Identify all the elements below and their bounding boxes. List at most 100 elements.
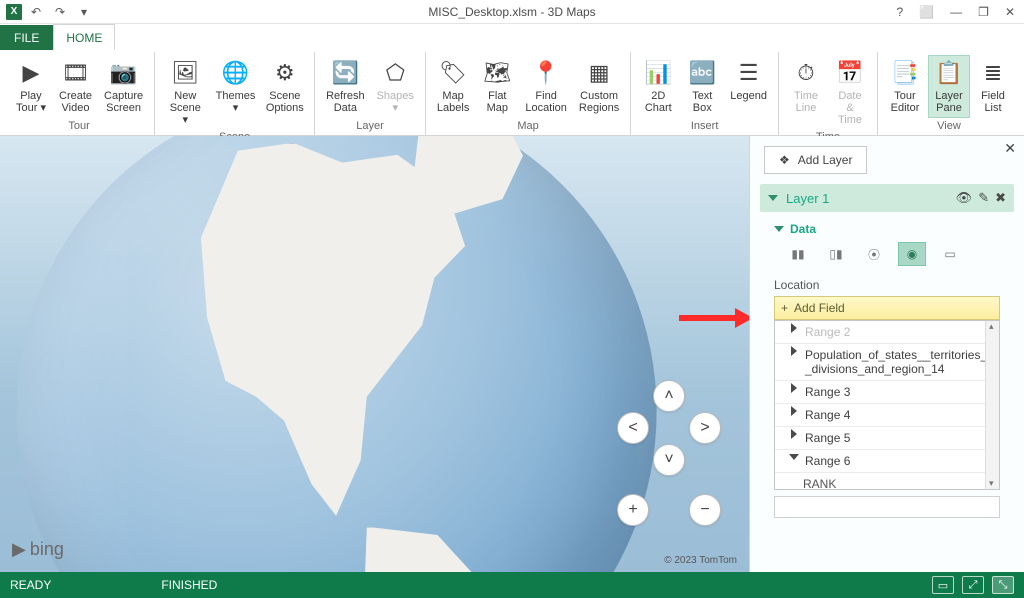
landmass-south-america xyxy=(336,527,490,572)
add-layer-icon: ❖ xyxy=(779,153,790,167)
data-section-header[interactable]: Data xyxy=(774,222,1014,236)
find-location-button[interactable]: 📍Find Location xyxy=(520,55,572,118)
nav-right-button[interactable]: ˃ xyxy=(689,412,721,444)
layer-name: Layer 1 xyxy=(786,191,948,206)
new-scene-label: New Scene ▾ xyxy=(166,90,204,126)
flat-map-button[interactable]: 🗺Flat Map xyxy=(476,55,518,118)
layer-delete-icon[interactable]: ✖ xyxy=(995,190,1006,206)
map-view[interactable]: ▶ bing © 2023 TomTom ˄ ˅ ˂ ˃ + − xyxy=(0,136,749,572)
themes-icon: 🌐 xyxy=(221,58,251,88)
zoom-in-button[interactable]: + xyxy=(617,494,649,526)
title-bar: X ↶ ↷ ▾ MISC_Desktop.xlsm - 3D Maps ? ⬜ … xyxy=(0,0,1024,24)
new-scene-button[interactable]: 🖼New Scene ▾ xyxy=(161,55,209,129)
range-label: Range 2 xyxy=(805,325,850,339)
group-label: Map xyxy=(517,118,538,135)
empty-field-slot[interactable] xyxy=(774,496,1000,518)
viz-heatmap-button[interactable]: ◉ xyxy=(898,242,926,266)
qat-more-icon[interactable]: ▾ xyxy=(74,5,94,19)
dropdown-scrollbar[interactable] xyxy=(985,321,999,489)
undo-button[interactable]: ↶ xyxy=(26,5,46,19)
field-list-button[interactable]: ≣Field List xyxy=(972,55,1014,118)
group-label: Insert xyxy=(691,118,719,135)
range-item[interactable]: Range 6 xyxy=(775,450,999,473)
add-layer-button[interactable]: ❖ Add Layer xyxy=(764,146,867,174)
layer-row[interactable]: Layer 1 👁 ✎ ✖ xyxy=(760,184,1014,212)
window-title: MISC_Desktop.xlsm - 3D Maps xyxy=(0,5,1024,19)
create-video-button[interactable]: 🎞Create Video xyxy=(54,55,97,118)
close-button[interactable]: ✕ xyxy=(1002,5,1018,19)
range-item[interactable]: Range 4 xyxy=(775,404,999,427)
chevron-right-icon xyxy=(791,346,797,356)
text-box-label: Text Box xyxy=(692,90,712,114)
range-label: Range 5 xyxy=(805,431,850,445)
range-child-item[interactable]: RANK xyxy=(775,473,999,490)
status-view2-button[interactable]: ⤢ xyxy=(962,576,984,594)
globe[interactable] xyxy=(16,136,656,572)
home-tab[interactable]: HOME xyxy=(53,24,115,50)
bing-text: bing xyxy=(30,539,64,560)
plus-icon: + xyxy=(781,301,788,315)
shapes-icon: ⬠ xyxy=(380,58,410,88)
visualization-type-row: ▮▮ ▯▮ ⦿ ◉ ▭ xyxy=(784,242,1014,266)
layer-pane-close-button[interactable]: ✕ xyxy=(1004,140,1016,157)
refresh-data-button[interactable]: 🔄Refresh Data xyxy=(321,55,370,118)
map-labels-button[interactable]: 🏷Map Labels xyxy=(432,55,474,118)
new-scene-icon: 🖼 xyxy=(170,58,200,88)
nav-down-button[interactable]: ˅ xyxy=(653,444,685,476)
create-video-icon: 🎞 xyxy=(61,58,91,88)
time-line-icon: ⏱ xyxy=(791,58,821,88)
data-collapse-icon xyxy=(774,226,784,232)
create-video-label: Create Video xyxy=(59,90,92,114)
text-box-button[interactable]: 🔤Text Box xyxy=(681,55,723,118)
themes-button[interactable]: 🌐Themes ▾ xyxy=(211,55,259,129)
redo-button[interactable]: ↷ xyxy=(50,5,70,19)
layer-rename-icon[interactable]: ✎ xyxy=(978,190,989,206)
viz-clustered-column-button[interactable]: ▯▮ xyxy=(822,242,850,266)
bing-attribution: ▶ bing xyxy=(12,539,64,560)
play-tour-button[interactable]: ▶Play Tour ▾ xyxy=(10,55,52,118)
tour-editor-icon: 📑 xyxy=(890,58,920,88)
layer-pane-button[interactable]: 📋Layer Pane xyxy=(928,55,970,118)
legend-button[interactable]: ☰Legend xyxy=(725,55,772,118)
status-view1-button[interactable]: ▭ xyxy=(932,576,954,594)
flat-map-icon: 🗺 xyxy=(482,58,512,88)
ribbon-display-button[interactable]: ⬜ xyxy=(916,5,937,19)
layer-visibility-icon[interactable]: 👁 xyxy=(956,190,973,206)
2d-chart-button[interactable]: 📊2D Chart xyxy=(637,55,679,118)
restore-button[interactable]: ❐ xyxy=(975,5,992,19)
text-box-icon: 🔤 xyxy=(687,58,717,88)
scene-options-button[interactable]: ⚙Scene Options xyxy=(262,55,308,129)
bing-logo-icon: ▶ xyxy=(12,539,26,560)
capture-screen-button[interactable]: 📷Capture Screen xyxy=(99,55,148,118)
status-view3-button[interactable]: ⤡ xyxy=(992,576,1014,594)
range-item[interactable]: Population_of_states__territories__divis… xyxy=(775,344,999,381)
chevron-down-icon xyxy=(789,454,799,460)
tour-editor-button[interactable]: 📑Tour Editor xyxy=(884,55,926,118)
data-section-label: Data xyxy=(790,222,816,236)
date-time-button: 📅Date & Time xyxy=(829,55,871,129)
viz-bubble-button[interactable]: ⦿ xyxy=(860,242,888,266)
custom-regions-button[interactable]: ▦Custom Regions xyxy=(574,55,624,118)
nav-left-button[interactable]: ˂ xyxy=(617,412,649,444)
nav-up-button[interactable]: ˄ xyxy=(653,380,685,412)
field-dropdown[interactable]: Range 2 Population_of_states__territories… xyxy=(774,320,1000,490)
minimize-button[interactable]: — xyxy=(947,5,965,19)
range-item[interactable]: Range 5 xyxy=(775,427,999,450)
ribbon-group-layer: 🔄Refresh Data⬠Shapes ▾Layer xyxy=(315,52,426,135)
layer-pane: ✕ ❖ Add Layer Layer 1 👁 ✎ ✖ Data ▮▮ ▯▮ ⦿… xyxy=(749,136,1024,572)
help-button[interactable]: ? xyxy=(894,5,907,19)
add-field-button[interactable]: + Add Field xyxy=(774,296,1000,320)
ribbon-group-scene: 🖼New Scene ▾🌐Themes ▾⚙Scene OptionsScene xyxy=(155,52,315,135)
range-item[interactable]: Range 2 xyxy=(775,321,999,344)
viz-region-button[interactable]: ▭ xyxy=(936,242,964,266)
file-tab[interactable]: FILE xyxy=(0,25,53,50)
zoom-out-button[interactable]: − xyxy=(689,494,721,526)
map-labels-label: Map Labels xyxy=(437,90,469,114)
range-item[interactable]: Range 3 xyxy=(775,381,999,404)
viz-stacked-column-button[interactable]: ▮▮ xyxy=(784,242,812,266)
layer-collapse-icon[interactable] xyxy=(768,195,778,201)
map-labels-icon: 🏷 xyxy=(438,58,468,88)
find-location-label: Find Location xyxy=(525,90,567,114)
themes-label: Themes ▾ xyxy=(216,90,256,114)
ribbon-group-insert: 📊2D Chart🔤Text Box☰LegendInsert xyxy=(631,52,779,135)
